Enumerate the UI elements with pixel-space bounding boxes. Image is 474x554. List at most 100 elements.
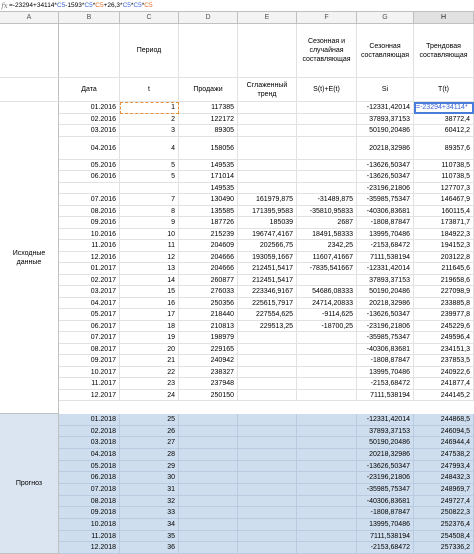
cell-sales[interactable]: 158056 — [179, 136, 238, 160]
cell-si[interactable]: 50190,20486 — [357, 125, 414, 137]
forecast-cell-se[interactable] — [297, 530, 357, 543]
cell-sales[interactable]: 237948 — [179, 378, 238, 390]
cell-se[interactable] — [297, 113, 357, 125]
cell-tt[interactable]: 146467,9 — [414, 194, 474, 206]
forecast-cell-date[interactable]: 03.2018 — [59, 437, 120, 449]
cell-smooth[interactable] — [238, 125, 297, 137]
cell-date[interactable]: 01.2017 — [59, 263, 120, 275]
cell-date[interactable]: 03.2016 — [59, 125, 120, 137]
cell-tt[interactable]: 239977,8 — [414, 309, 474, 321]
cell-t[interactable]: 3 — [120, 125, 179, 137]
cell-smooth[interactable] — [238, 113, 297, 125]
cell-smooth[interactable]: 212451,5417 — [238, 274, 297, 286]
cell-smooth[interactable] — [238, 389, 297, 401]
forecast-cell-date[interactable]: 11.2018 — [59, 530, 120, 543]
cell-t[interactable]: 16 — [120, 297, 179, 309]
cell-smooth[interactable]: 223346,9167 — [238, 286, 297, 298]
forecast-cell-se[interactable] — [297, 449, 357, 461]
cell-si[interactable]: -13626,50347 — [357, 171, 414, 183]
cell-t[interactable]: 12 — [120, 251, 179, 263]
cell-se[interactable] — [297, 355, 357, 367]
cell-t[interactable]: 24 — [120, 389, 179, 401]
cell-smooth[interactable]: 227554,625 — [238, 309, 297, 321]
cell-smooth[interactable] — [238, 182, 297, 194]
forecast-cell-t[interactable]: 27 — [120, 437, 179, 449]
cell-t[interactable]: 4 — [120, 136, 179, 160]
cell-sales[interactable]: 250150 — [179, 389, 238, 401]
cell-si[interactable]: -12331,42014 — [357, 263, 414, 275]
cell-sales[interactable]: 204666 — [179, 263, 238, 275]
cell-se[interactable] — [297, 366, 357, 378]
forecast-cell-smooth[interactable] — [238, 484, 297, 496]
forecast-cell-t[interactable]: 33 — [120, 507, 179, 519]
cell-date[interactable]: 04.2016 — [59, 136, 120, 160]
cell-se[interactable] — [297, 389, 357, 401]
cell-tt[interactable]: 160115,4 — [414, 205, 474, 217]
cell-tt[interactable]: 234151,3 — [414, 343, 474, 355]
cell-tt[interactable]: 233885,8 — [414, 297, 474, 309]
forecast-cell-si[interactable]: 37893,37153 — [357, 425, 414, 438]
cell-se[interactable] — [297, 136, 357, 160]
cell-se[interactable] — [297, 332, 357, 344]
cell-smooth[interactable]: 185039 — [238, 217, 297, 229]
forecast-cell-sales[interactable] — [179, 425, 238, 438]
forecast-cell-smooth[interactable] — [238, 519, 297, 531]
cell-sales[interactable]: 130490 — [179, 194, 238, 206]
cell-date[interactable]: 11.2016 — [59, 240, 120, 252]
cell-se[interactable]: -35810,95833 — [297, 205, 357, 217]
forecast-cell-tt[interactable]: 247538,2 — [414, 449, 474, 461]
cell-t[interactable] — [120, 182, 179, 194]
forecast-cell-tt[interactable]: 250822,3 — [414, 507, 474, 519]
cell-date[interactable]: 06.2016 — [59, 171, 120, 183]
cell-se[interactable]: -9114,625 — [297, 309, 357, 321]
cell-t[interactable]: 9 — [120, 217, 179, 229]
cell-si[interactable]: -13626,50347 — [357, 309, 414, 321]
cell-si[interactable]: -23196,21806 — [357, 182, 414, 194]
forecast-cell-date[interactable]: 02.2018 — [59, 425, 120, 438]
cell-smooth[interactable]: 193059,1667 — [238, 251, 297, 263]
forecast-cell-t[interactable]: 34 — [120, 519, 179, 531]
cell-smooth[interactable]: 202566,75 — [238, 240, 297, 252]
forecast-cell-se[interactable] — [297, 507, 357, 519]
forecast-cell-smooth[interactable] — [238, 495, 297, 508]
column-header-h[interactable]: H — [414, 12, 474, 24]
cell-tt[interactable]: 227098,9 — [414, 286, 474, 298]
forecast-cell-si[interactable]: 50190,20486 — [357, 437, 414, 449]
forecast-cell-sales[interactable] — [179, 530, 238, 543]
forecast-cell-tt[interactable]: 246944,4 — [414, 437, 474, 449]
cell-date[interactable]: 05.2016 — [59, 159, 120, 171]
forecast-cell-smooth[interactable] — [238, 472, 297, 484]
cell-t[interactable]: 21 — [120, 355, 179, 367]
column-header-g[interactable]: G — [357, 12, 414, 24]
cell-sales[interactable]: 218440 — [179, 309, 238, 321]
cell-smooth[interactable] — [238, 171, 297, 183]
forecast-cell-se[interactable] — [297, 414, 357, 426]
cell-date[interactable]: 02.2017 — [59, 274, 120, 286]
column-header-b[interactable]: B — [59, 12, 120, 24]
cell-se[interactable] — [297, 102, 357, 114]
cell-t[interactable]: 20 — [120, 343, 179, 355]
cell-smooth[interactable]: 212451,5417 — [238, 263, 297, 275]
cell-t[interactable]: 5 — [120, 171, 179, 183]
cell-sales[interactable]: 215239 — [179, 228, 238, 240]
cell-tt[interactable]: 110738,5 — [414, 171, 474, 183]
forecast-cell-smooth[interactable] — [238, 530, 297, 543]
cell-sales[interactable]: 89305 — [179, 125, 238, 137]
cell-date[interactable]: 01.2016 — [59, 102, 120, 114]
cell-date[interactable]: 09.2016 — [59, 217, 120, 229]
cell-tt[interactable]: 237853,5 — [414, 355, 474, 367]
cell-se[interactable] — [297, 159, 357, 171]
cell-sales[interactable]: 198979 — [179, 332, 238, 344]
forecast-cell-sales[interactable] — [179, 437, 238, 449]
forecast-cell-si[interactable]: -2153,68472 — [357, 542, 414, 554]
forecast-cell-smooth[interactable] — [238, 449, 297, 461]
forecast-cell-t[interactable]: 36 — [120, 542, 179, 554]
forecast-cell-se[interactable] — [297, 425, 357, 438]
cell-sales[interactable]: 204666 — [179, 251, 238, 263]
forecast-cell-sales[interactable] — [179, 507, 238, 519]
forecast-cell-sales[interactable] — [179, 519, 238, 531]
cell-se[interactable]: 2687 — [297, 217, 357, 229]
forecast-cell-se[interactable] — [297, 484, 357, 496]
cell-se[interactable]: 18491,58333 — [297, 228, 357, 240]
cell-si[interactable]: 20218,32986 — [357, 297, 414, 309]
